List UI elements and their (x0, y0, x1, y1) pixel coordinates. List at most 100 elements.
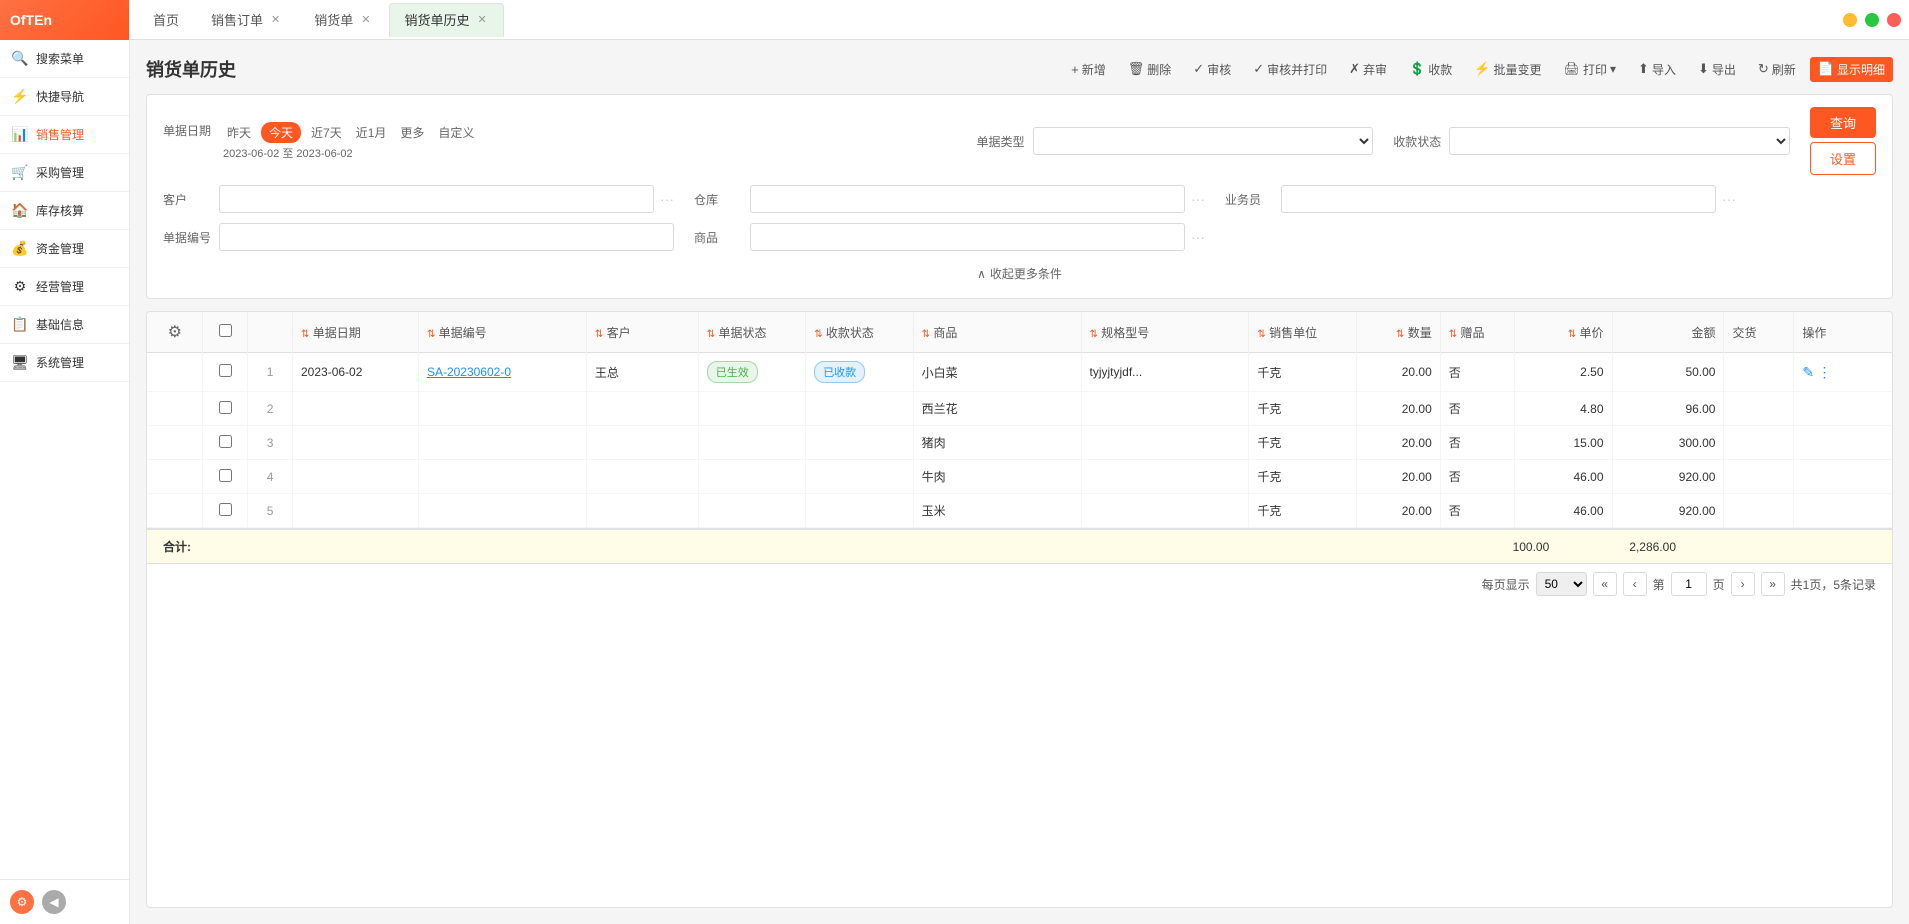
more-icon[interactable]: ⋮ (1818, 364, 1832, 380)
collapse-sidebar-btn[interactable]: ◀ (42, 890, 66, 914)
customer-input[interactable] (219, 185, 654, 213)
row-checkbox[interactable] (219, 435, 232, 448)
add-button[interactable]: + 新增 (1063, 57, 1114, 82)
goods-input[interactable] (750, 223, 1185, 251)
last-page-btn[interactable]: » (1761, 572, 1785, 596)
per-page-select[interactable]: 50 100 (1536, 572, 1587, 596)
show-detail-button[interactable]: 📄 显示明细 (1810, 57, 1893, 82)
sort-goods-icon[interactable]: ⇅ (922, 329, 930, 340)
sort-price-icon[interactable]: ⇅ (1568, 329, 1576, 340)
sort-spec-icon[interactable]: ⇅ (1090, 329, 1098, 340)
first-page-btn[interactable]: « (1593, 572, 1617, 596)
row-checkbox[interactable] (219, 503, 232, 516)
batch-change-button[interactable]: ⚡ 批量变更 (1466, 57, 1549, 82)
col-pay-status[interactable]: ⇅ 收款状态 (806, 312, 913, 353)
row-sn[interactable]: SA-20230602-0 (418, 353, 586, 392)
sort-date-icon[interactable]: ⇅ (301, 329, 309, 340)
date-today[interactable]: 今天 (261, 122, 301, 143)
row-checkbox[interactable] (219, 401, 232, 414)
col-qty[interactable]: ⇅ 数量 (1356, 312, 1440, 353)
audit-button[interactable]: ✓ 审核 (1185, 57, 1239, 82)
date-custom[interactable]: 自定义 (434, 122, 478, 143)
sort-unit-icon[interactable]: ⇅ (1257, 329, 1265, 340)
prev-page-btn[interactable]: ‹ (1623, 572, 1647, 596)
sidebar-item-operations[interactable]: ⚙ 经营管理 (0, 268, 129, 306)
query-button[interactable]: 查询 (1810, 107, 1876, 138)
tab-delivery[interactable]: 销货单 ✕ (299, 3, 387, 37)
export-button[interactable]: ⬇ 导出 (1690, 57, 1744, 82)
row-check[interactable] (203, 426, 248, 460)
edit-icon[interactable]: ✎ (1802, 364, 1814, 380)
goods-dots[interactable]: ··· (1191, 229, 1205, 245)
sidebar-item-finance[interactable]: 💰 资金管理 (0, 230, 129, 268)
sort-status-icon[interactable]: ⇅ (707, 329, 715, 340)
tab-delivery-history-close[interactable]: ✕ (476, 11, 489, 28)
tab-sales-order[interactable]: 销售订单 ✕ (196, 3, 297, 37)
col-settings[interactable]: ⚙ (147, 312, 203, 353)
row-check[interactable] (203, 353, 248, 392)
col-customer[interactable]: ⇅ 客户 (586, 312, 698, 353)
salesperson-input[interactable] (1281, 185, 1716, 213)
row-check[interactable] (203, 460, 248, 494)
abandon-button[interactable]: ✗ 弃审 (1341, 57, 1395, 82)
audit-print-button[interactable]: ✓ 审核并打印 (1245, 57, 1335, 82)
settings-gear-icon[interactable]: ⚙ (168, 324, 182, 341)
tab-delivery-close[interactable]: ✕ (359, 11, 372, 28)
col-doc-status[interactable]: ⇅ 单据状态 (698, 312, 805, 353)
sidebar-item-sales[interactable]: 📊 销售管理 (0, 116, 129, 154)
salesperson-dots[interactable]: ··· (1722, 191, 1736, 207)
setting-button[interactable]: 设置 (1810, 142, 1876, 175)
col-idx (248, 312, 293, 353)
col-gift[interactable]: ⇅ 赠品 (1440, 312, 1514, 353)
date-yesterday[interactable]: 昨天 (223, 122, 255, 143)
col-unit[interactable]: ⇅ 销售单位 (1249, 312, 1356, 353)
sort-qty-icon[interactable]: ⇅ (1396, 329, 1404, 340)
warehouse-dots[interactable]: ··· (1191, 191, 1205, 207)
print-button[interactable]: 🖨 打印 ▾ (1555, 57, 1624, 82)
sidebar-item-inventory[interactable]: 🏠 库存核算 (0, 192, 129, 230)
sidebar-item-basic-info[interactable]: 📋 基础信息 (0, 306, 129, 344)
win-close-btn[interactable] (1887, 13, 1901, 27)
row-qty: 20.00 (1356, 392, 1440, 426)
sort-pay-status-icon[interactable]: ⇅ (814, 329, 822, 340)
refresh-button[interactable]: ↻ 刷新 (1750, 57, 1804, 82)
tab-delivery-history[interactable]: 销货单历史 ✕ (389, 3, 503, 37)
select-all-checkbox[interactable] (219, 324, 232, 337)
date-more[interactable]: 更多 (396, 122, 428, 143)
sidebar-item-purchase[interactable]: 🛒 采购管理 (0, 154, 129, 192)
sidebar-item-quick-nav[interactable]: ⚡ 快捷导航 (0, 78, 129, 116)
col-goods[interactable]: ⇅ 商品 (913, 312, 1081, 353)
payment-status-select[interactable] (1449, 127, 1790, 155)
doc-type-select[interactable] (1033, 127, 1374, 155)
delete-button[interactable]: 🗑 删除 (1120, 57, 1180, 82)
row-check[interactable] (203, 494, 248, 528)
customer-dots[interactable]: ··· (660, 191, 674, 207)
col-date[interactable]: ⇅ 单据日期 (293, 312, 419, 353)
receive-button[interactable]: 💲 收款 (1401, 57, 1460, 82)
sort-gift-icon[interactable]: ⇅ (1449, 329, 1457, 340)
row-checkbox[interactable] (219, 469, 232, 482)
tab-home[interactable]: 首页 (138, 3, 194, 37)
col-sn[interactable]: ⇅ 单据编号 (418, 312, 586, 353)
win-maximize-btn[interactable] (1865, 13, 1879, 27)
import-button[interactable]: ⬆ 导入 (1630, 57, 1684, 82)
page-number-input[interactable] (1671, 572, 1707, 596)
row-check[interactable] (203, 392, 248, 426)
tab-sales-order-close[interactable]: ✕ (269, 11, 282, 28)
sidebar-item-system[interactable]: 🖥 系统管理 (0, 344, 129, 382)
settings-bottom-btn[interactable]: ⚙ (10, 890, 34, 914)
col-spec[interactable]: ⇅ 规格型号 (1081, 312, 1249, 353)
sidebar-item-search-menu[interactable]: 🔍 搜索菜单 (0, 40, 129, 78)
row-checkbox[interactable] (219, 364, 232, 377)
win-minimize-btn[interactable] (1843, 13, 1857, 27)
collapse-button[interactable]: ∧ 收起更多条件 (973, 261, 1066, 286)
warehouse-input[interactable] (750, 185, 1185, 213)
next-page-btn[interactable]: › (1731, 572, 1755, 596)
sn-link[interactable]: SA-20230602-0 (427, 365, 511, 379)
date-1month[interactable]: 近1月 (352, 122, 391, 143)
sort-customer-icon[interactable]: ⇅ (595, 329, 603, 340)
date-7days[interactable]: 近7天 (307, 122, 346, 143)
col-price[interactable]: ⇅ 单价 (1514, 312, 1612, 353)
doc-no-input[interactable] (219, 223, 674, 251)
sort-sn-icon[interactable]: ⇅ (427, 329, 435, 340)
